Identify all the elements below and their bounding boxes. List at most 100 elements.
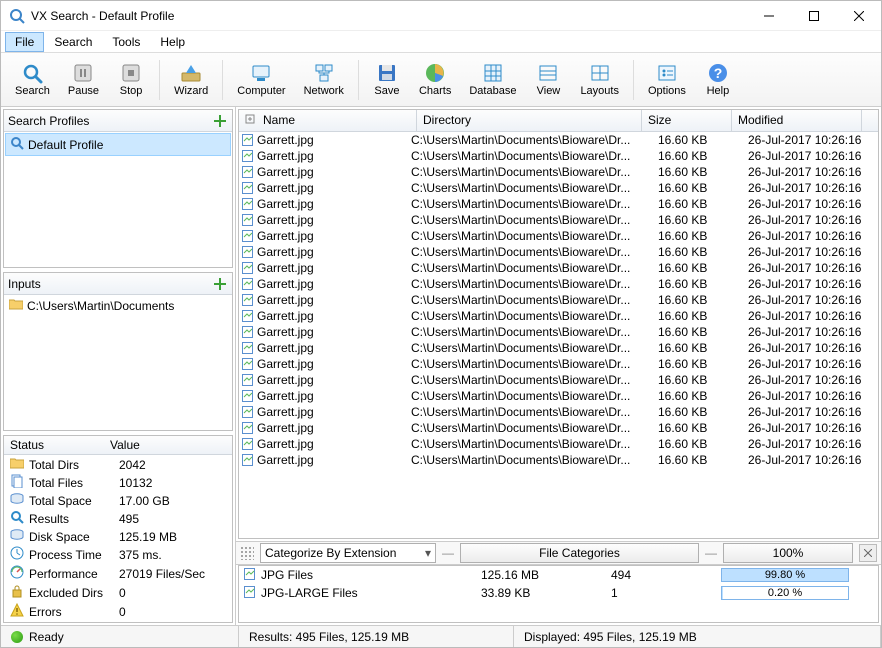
toolbar-layouts-button[interactable]: Layouts [572, 55, 627, 105]
category-row[interactable]: JPG Files125.16 MB49499.80 % [239, 566, 878, 584]
file-modified: 26-Jul-2017 10:26:16 [748, 197, 878, 211]
file-modified: 26-Jul-2017 10:26:16 [748, 245, 878, 259]
file-modified: 26-Jul-2017 10:26:16 [748, 325, 878, 339]
file-row[interactable]: Garrett.jpgC:\Users\Martin\Documents\Bio… [239, 340, 878, 356]
menu-tools[interactable]: Tools [102, 32, 150, 52]
menu-file[interactable]: File [5, 32, 44, 52]
file-row[interactable]: Garrett.jpgC:\Users\Martin\Documents\Bio… [239, 132, 878, 148]
chevron-down-icon: ▾ [419, 546, 431, 560]
file-modified: 26-Jul-2017 10:26:16 [748, 149, 878, 163]
stat-label: Performance [29, 567, 119, 581]
file-row[interactable]: Garrett.jpgC:\Users\Martin\Documents\Bio… [239, 244, 878, 260]
toolbar-computer-button[interactable]: Computer [229, 55, 293, 105]
file-row[interactable]: Garrett.jpgC:\Users\Martin\Documents\Bio… [239, 404, 878, 420]
stat-value: 17.00 GB [119, 494, 170, 508]
file-row[interactable]: Garrett.jpgC:\Users\Martin\Documents\Bio… [239, 308, 878, 324]
col-header-size[interactable]: Size [642, 110, 732, 131]
file-row[interactable]: Garrett.jpgC:\Users\Martin\Documents\Bio… [239, 372, 878, 388]
toolbar-save-button[interactable]: Save [365, 55, 409, 105]
file-directory: C:\Users\Martin\Documents\Bioware\Dr... [411, 261, 658, 275]
minimize-button[interactable] [746, 1, 791, 30]
col-header-modified[interactable]: Modified [732, 110, 862, 131]
database-icon [482, 62, 504, 84]
file-row[interactable]: Garrett.jpgC:\Users\Martin\Documents\Bio… [239, 276, 878, 292]
toolbar-label: Computer [237, 85, 285, 97]
file-row[interactable]: Garrett.jpgC:\Users\Martin\Documents\Bio… [239, 228, 878, 244]
file-size: 16.60 KB [658, 341, 748, 355]
stat-row-total-space: Total Space17.00 GB [5, 492, 231, 509]
file-directory: C:\Users\Martin\Documents\Bioware\Dr... [411, 277, 658, 291]
file-icon [241, 373, 255, 387]
toolbar-network-button[interactable]: Network [296, 55, 352, 105]
file-row[interactable]: Garrett.jpgC:\Users\Martin\Documents\Bio… [239, 260, 878, 276]
category-row[interactable]: JPG-LARGE Files33.89 KB10.20 % [239, 584, 878, 602]
add-profile-icon[interactable] [212, 113, 228, 129]
toolbar-database-button[interactable]: Database [461, 55, 524, 105]
file-directory: C:\Users\Martin\Documents\Bioware\Dr... [411, 213, 658, 227]
file-icon [241, 261, 255, 275]
col-header-name[interactable]: Name [257, 110, 417, 131]
file-row[interactable]: Garrett.jpgC:\Users\Martin\Documents\Bio… [239, 324, 878, 340]
file-directory: C:\Users\Martin\Documents\Bioware\Dr... [411, 165, 658, 179]
toolbar-charts-button[interactable]: Charts [411, 55, 459, 105]
toolbar-label: Options [648, 85, 686, 97]
menu-help[interactable]: Help [150, 32, 195, 52]
profile-row-default[interactable]: Default Profile [5, 133, 231, 156]
file-row[interactable]: Garrett.jpgC:\Users\Martin\Documents\Bio… [239, 212, 878, 228]
close-categories-icon[interactable] [859, 544, 877, 562]
menubar: FileSearchToolsHelp [1, 31, 881, 53]
stat-row-excluded-dirs: Excluded Dirs0 [5, 583, 231, 602]
category-percent-bar: 0.20 % [721, 586, 849, 600]
file-icon [241, 453, 255, 467]
toolbar-wizard-button[interactable]: Wizard [166, 55, 216, 105]
add-input-icon[interactable] [212, 276, 228, 292]
close-button[interactable] [836, 1, 881, 30]
file-size: 16.60 KB [658, 421, 748, 435]
file-icon [241, 309, 255, 323]
input-row[interactable]: C:\Users\Martin\Documents [5, 296, 231, 315]
file-row[interactable]: Garrett.jpgC:\Users\Martin\Documents\Bio… [239, 196, 878, 212]
file-icon [241, 357, 255, 371]
file-row[interactable]: Garrett.jpgC:\Users\Martin\Documents\Bio… [239, 452, 878, 468]
file-row[interactable]: Garrett.jpgC:\Users\Martin\Documents\Bio… [239, 436, 878, 452]
file-size: 16.60 KB [658, 453, 748, 467]
toolbar-help-button[interactable]: ?Help [696, 55, 740, 105]
file-row[interactable]: Garrett.jpgC:\Users\Martin\Documents\Bio… [239, 292, 878, 308]
file-row[interactable]: Garrett.jpgC:\Users\Martin\Documents\Bio… [239, 356, 878, 372]
file-directory: C:\Users\Martin\Documents\Bioware\Dr... [411, 357, 658, 371]
toolbar-search-button[interactable]: Search [7, 55, 58, 105]
file-size: 16.60 KB [658, 229, 748, 243]
toolbar-stop-button[interactable]: Stop [109, 55, 153, 105]
file-icon [241, 277, 255, 291]
toolbar-pause-button[interactable]: Pause [60, 55, 107, 105]
perf-icon [9, 565, 25, 582]
file-row[interactable]: Garrett.jpgC:\Users\Martin\Documents\Bio… [239, 148, 878, 164]
file-icon [241, 389, 255, 403]
file-row[interactable]: Garrett.jpgC:\Users\Martin\Documents\Bio… [239, 164, 878, 180]
window-title: VX Search - Default Profile [31, 9, 746, 23]
maximize-button[interactable] [791, 1, 836, 30]
grid-header: Name Directory Size Modified [239, 110, 878, 132]
file-row[interactable]: Garrett.jpgC:\Users\Martin\Documents\Bio… [239, 420, 878, 436]
file-modified: 26-Jul-2017 10:26:16 [748, 261, 878, 275]
file-categories-button[interactable]: File Categories [460, 543, 699, 563]
file-name: Garrett.jpg [257, 437, 411, 451]
toolbar-options-button[interactable]: Options [640, 55, 694, 105]
category-count: 494 [611, 568, 721, 582]
categorize-dropdown[interactable]: Categorize By Extension ▾ [260, 543, 436, 563]
toolbar-view-button[interactable]: View [526, 55, 570, 105]
header-expand-icon[interactable] [239, 110, 257, 131]
grid-body[interactable]: Garrett.jpg C:\Users\Martin\Documents\Bio… [239, 132, 878, 538]
file-modified: 26-Jul-2017 10:26:16 [748, 181, 878, 195]
stat-row-total-files: Total Files10132 [5, 473, 231, 492]
file-icon [241, 149, 255, 163]
stat-value: 27019 Files/Sec [119, 567, 205, 581]
file-row[interactable]: Garrett.jpgC:\Users\Martin\Documents\Bio… [239, 180, 878, 196]
file-row[interactable]: Garrett.jpgC:\Users\Martin\Documents\Bio… [239, 388, 878, 404]
file-name: Garrett.jpg [257, 405, 411, 419]
menu-search[interactable]: Search [44, 32, 102, 52]
stat-label: Total Space [29, 494, 119, 508]
file-modified: 26-Jul-2017 10:26:16 [748, 357, 878, 371]
file-size: 16.60 KB [658, 261, 748, 275]
col-header-directory[interactable]: Directory [417, 110, 642, 131]
